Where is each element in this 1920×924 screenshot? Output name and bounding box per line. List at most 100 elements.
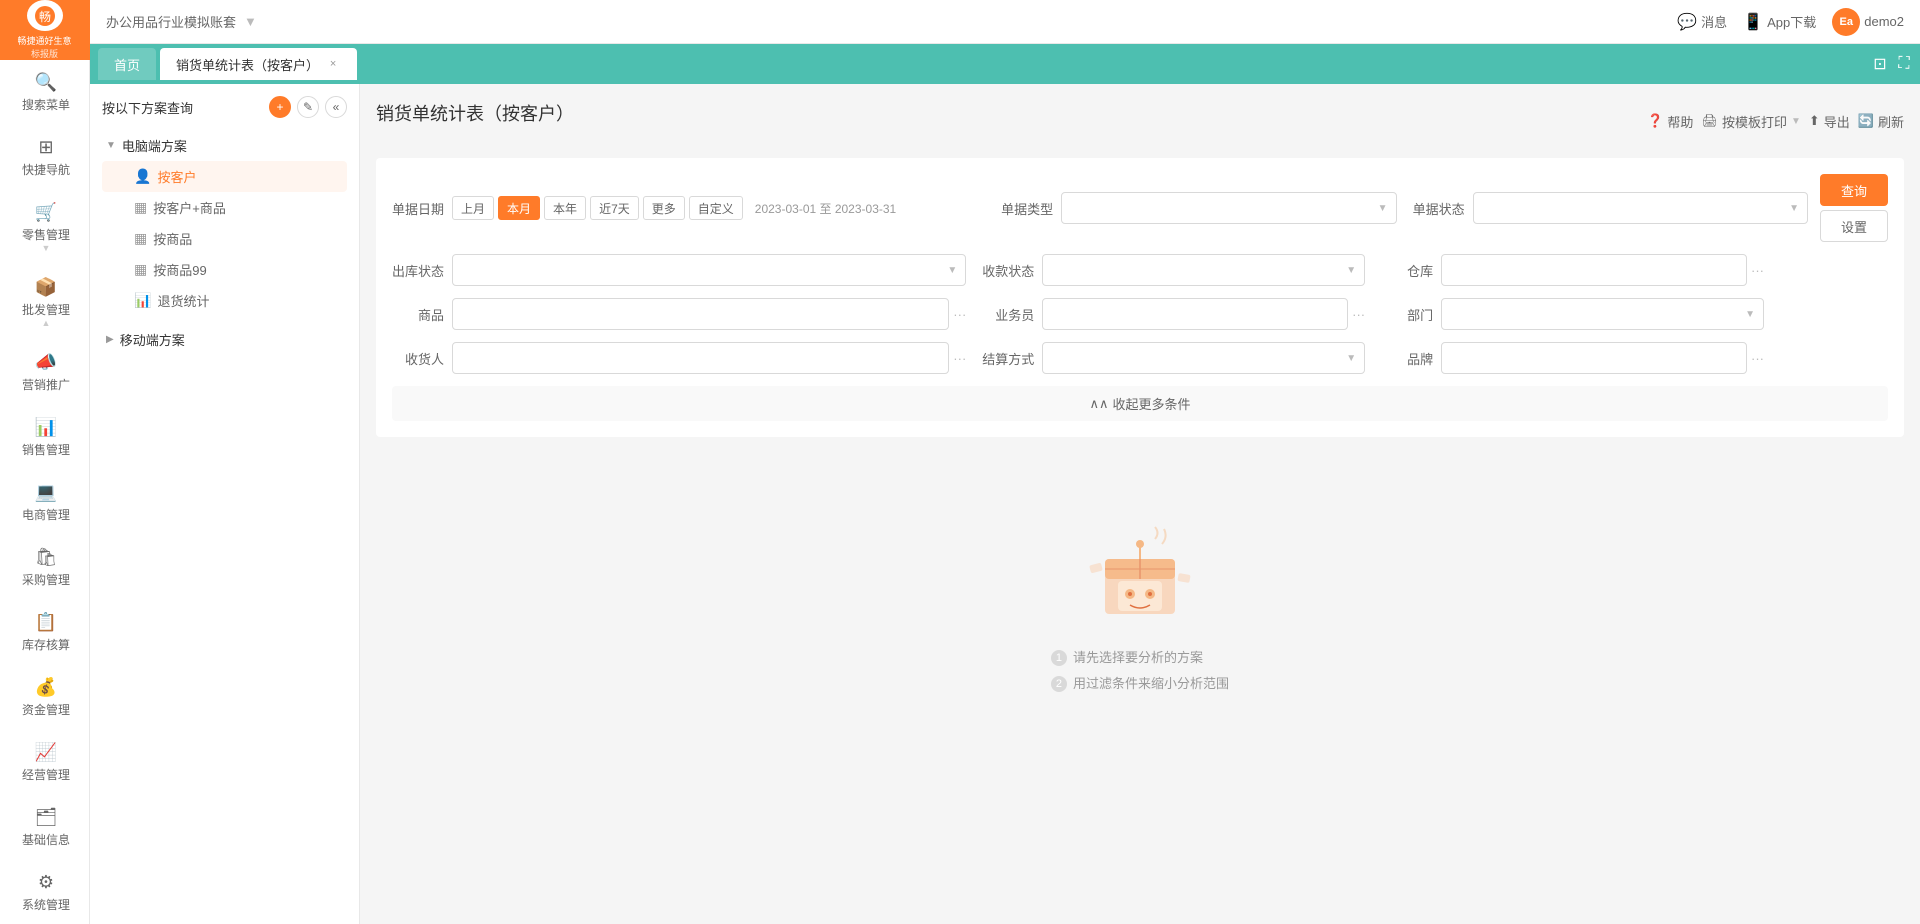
scheme-item-by-product[interactable]: ▦ 按商品 bbox=[102, 223, 347, 254]
wholesale-icon: 📦 bbox=[35, 277, 57, 298]
sidebar-retail-label: 零售管理 bbox=[22, 226, 70, 243]
filter-warehouse-item: 仓库 ··· bbox=[1381, 254, 1764, 286]
date-btn-this-month[interactable]: 本月 bbox=[498, 196, 540, 220]
scheme-add-btn[interactable]: + bbox=[269, 96, 291, 118]
page-title: 销货单统计表（按客户） bbox=[376, 100, 574, 126]
goods-input[interactable] bbox=[452, 298, 949, 330]
filter-row-2: 出库状态 ▼ 收款状态 bbox=[392, 254, 1888, 286]
finance-icon: 💰 bbox=[35, 677, 57, 698]
tab-report[interactable]: 销货单统计表（按客户） × bbox=[160, 48, 357, 80]
export-btn[interactable]: ⬆ 导出 bbox=[1809, 112, 1850, 131]
department-control: ▼ bbox=[1441, 298, 1764, 330]
desktop-category-header[interactable]: ▼ 电脑端方案 bbox=[102, 130, 347, 161]
window-restore-btn[interactable]: ⊡ bbox=[1872, 56, 1888, 72]
order-type-arrow: ▼ bbox=[1378, 203, 1388, 214]
sidebar-item-operation[interactable]: 📈 经营管理 bbox=[0, 730, 89, 795]
breadcrumb: 办公用品行业模拟账套 bbox=[106, 12, 236, 31]
receipt-status-control: ▼ bbox=[1042, 254, 1365, 286]
scheme-item-product99[interactable]: ▦ 按商品99 bbox=[102, 254, 347, 285]
page-title-area: 销货单统计表（按客户） ❓ 帮助 🖨 按模板打印 ▼ ⬆ 导出 bbox=[376, 100, 1904, 142]
warehouse-dots[interactable]: ··· bbox=[1751, 263, 1764, 278]
tip-num-2: 2 bbox=[1051, 676, 1067, 692]
filter-department-item: 部门 ▼ bbox=[1381, 298, 1764, 330]
date-btn-custom[interactable]: 自定义 bbox=[689, 196, 743, 220]
sidebar-item-sales[interactable]: 📊 销售管理 bbox=[0, 405, 89, 470]
sidebar-basic-label: 基础信息 bbox=[22, 831, 70, 848]
marketing-icon: 📣 bbox=[35, 352, 57, 373]
collapse-bar[interactable]: ∧∧ 收起更多条件 bbox=[392, 386, 1888, 421]
settings-button[interactable]: 设置 bbox=[1820, 210, 1888, 242]
order-status-select[interactable]: ▼ bbox=[1473, 192, 1808, 224]
desktop-arrow-icon: ▼ bbox=[106, 140, 116, 151]
customer-product-icon: ▦ bbox=[134, 199, 147, 216]
sidebar-item-system[interactable]: ⚙ 系统管理 bbox=[0, 860, 89, 924]
scheme-panel: 按以下方案查询 + ✎ « ▼ 电脑端方案 👤 按客户 ▦ 按客 bbox=[90, 84, 360, 924]
tab-home[interactable]: 首页 bbox=[98, 48, 156, 80]
refresh-btn[interactable]: 🔄 刷新 bbox=[1858, 112, 1904, 131]
settlement-select[interactable]: ▼ bbox=[1042, 342, 1365, 374]
date-btn-last-month[interactable]: 上月 bbox=[452, 196, 494, 220]
sidebar-finance-label: 资金管理 bbox=[22, 701, 70, 718]
window-maximize-btn[interactable]: ⛶ bbox=[1896, 56, 1912, 72]
order-type-select[interactable]: ▼ bbox=[1061, 192, 1396, 224]
customer-icon: 👤 bbox=[134, 168, 151, 185]
receiver-dots[interactable]: ··· bbox=[953, 351, 966, 366]
sidebar-search-label: 搜索菜单 bbox=[22, 96, 70, 113]
brand-input[interactable] bbox=[1441, 342, 1747, 374]
purchase-icon: 🛍 bbox=[35, 547, 58, 568]
empty-tip1-text: 请先选择要分析的方案 bbox=[1073, 645, 1203, 671]
sidebar-item-marketing[interactable]: 📣 营销推广 bbox=[0, 340, 89, 405]
print-btn[interactable]: 🖨 按模板打印 ▼ bbox=[1701, 112, 1800, 131]
salesperson-dots[interactable]: ··· bbox=[1352, 307, 1365, 322]
sidebar-item-inventory[interactable]: 📋 库存核算 bbox=[0, 600, 89, 665]
sidebar-item-purchase[interactable]: 🛍 采购管理 bbox=[0, 535, 89, 600]
sidebar-item-search[interactable]: 🔍 搜索菜单 bbox=[0, 60, 89, 125]
date-range-text: 2023-03-01 至 2023-03-31 bbox=[755, 200, 896, 217]
sidebar-item-shortcut[interactable]: ⊞ 快捷导航 bbox=[0, 125, 89, 190]
help-btn[interactable]: ❓ 帮助 bbox=[1647, 112, 1693, 131]
tab-home-label: 首页 bbox=[114, 55, 140, 74]
mobile-category-header[interactable]: ▶ 移动端方案 bbox=[102, 324, 347, 355]
query-button[interactable]: 查询 bbox=[1820, 174, 1888, 206]
date-btn-this-year[interactable]: 本年 bbox=[544, 196, 586, 220]
scheme-collapse-btn[interactable]: « bbox=[325, 96, 347, 118]
collapse-label: 收起更多条件 bbox=[1113, 394, 1191, 413]
sidebar-item-finance[interactable]: 💰 资金管理 bbox=[0, 665, 89, 730]
message-btn[interactable]: 💬 消息 bbox=[1677, 12, 1727, 32]
app-download-label: App下载 bbox=[1767, 12, 1816, 31]
scheme-item-customer-product[interactable]: ▦ 按客户+商品 bbox=[102, 192, 347, 223]
sidebar-shortcut-label: 快捷导航 bbox=[22, 161, 70, 178]
sidebar-item-retail[interactable]: 🛒 零售管理 ▼ bbox=[0, 190, 89, 265]
scheme-item-customer-label: 按客户 bbox=[157, 167, 196, 186]
brand-dots[interactable]: ··· bbox=[1751, 351, 1764, 366]
warehouse-input[interactable] bbox=[1441, 254, 1747, 286]
date-btn-7days[interactable]: 近7天 bbox=[590, 196, 639, 220]
scheme-item-product-label: 按商品 bbox=[153, 229, 192, 248]
sidebar-item-basic[interactable]: 🗂 基础信息 bbox=[0, 795, 89, 860]
sidebar-item-ecommerce[interactable]: 💻 电商管理 bbox=[0, 470, 89, 535]
tab-close-btn[interactable]: × bbox=[325, 56, 341, 72]
date-btn-more[interactable]: 更多 bbox=[643, 196, 685, 220]
mobile-category: ▶ 移动端方案 bbox=[90, 320, 359, 359]
scheme-panel-actions: + ✎ « bbox=[269, 96, 347, 118]
scheme-edit-btn[interactable]: ✎ bbox=[297, 96, 319, 118]
receipt-status-select[interactable]: ▼ bbox=[1042, 254, 1365, 286]
warehouse-control: ··· bbox=[1441, 254, 1764, 286]
app-download-btn[interactable]: 📱 App下载 bbox=[1743, 12, 1816, 32]
product-icon: ▦ bbox=[134, 230, 147, 247]
scheme-item-by-customer[interactable]: 👤 按客户 bbox=[102, 161, 347, 192]
department-select[interactable]: ▼ bbox=[1441, 298, 1764, 330]
scheme-item-return[interactable]: 📊 退货统计 bbox=[102, 285, 347, 316]
goods-dots[interactable]: ··· bbox=[953, 307, 966, 322]
salesperson-input[interactable] bbox=[1042, 298, 1348, 330]
user-name: demo2 bbox=[1864, 14, 1904, 29]
help-icon: ❓ bbox=[1647, 113, 1663, 129]
main-area: 办公用品行业模拟账套 ▼ 💬 消息 📱 App下载 Ea demo2 首页 bbox=[90, 0, 1920, 924]
user-profile-btn[interactable]: Ea demo2 bbox=[1832, 8, 1904, 36]
desktop-category-label: 电脑端方案 bbox=[122, 136, 187, 155]
receiver-input[interactable] bbox=[452, 342, 949, 374]
sidebar-item-wholesale[interactable]: 📦 批发管理 ▲ bbox=[0, 265, 89, 340]
ecommerce-icon: 💻 bbox=[35, 482, 57, 503]
mobile-category-label: 移动端方案 bbox=[120, 330, 185, 349]
out-status-select[interactable]: ▼ bbox=[452, 254, 966, 286]
